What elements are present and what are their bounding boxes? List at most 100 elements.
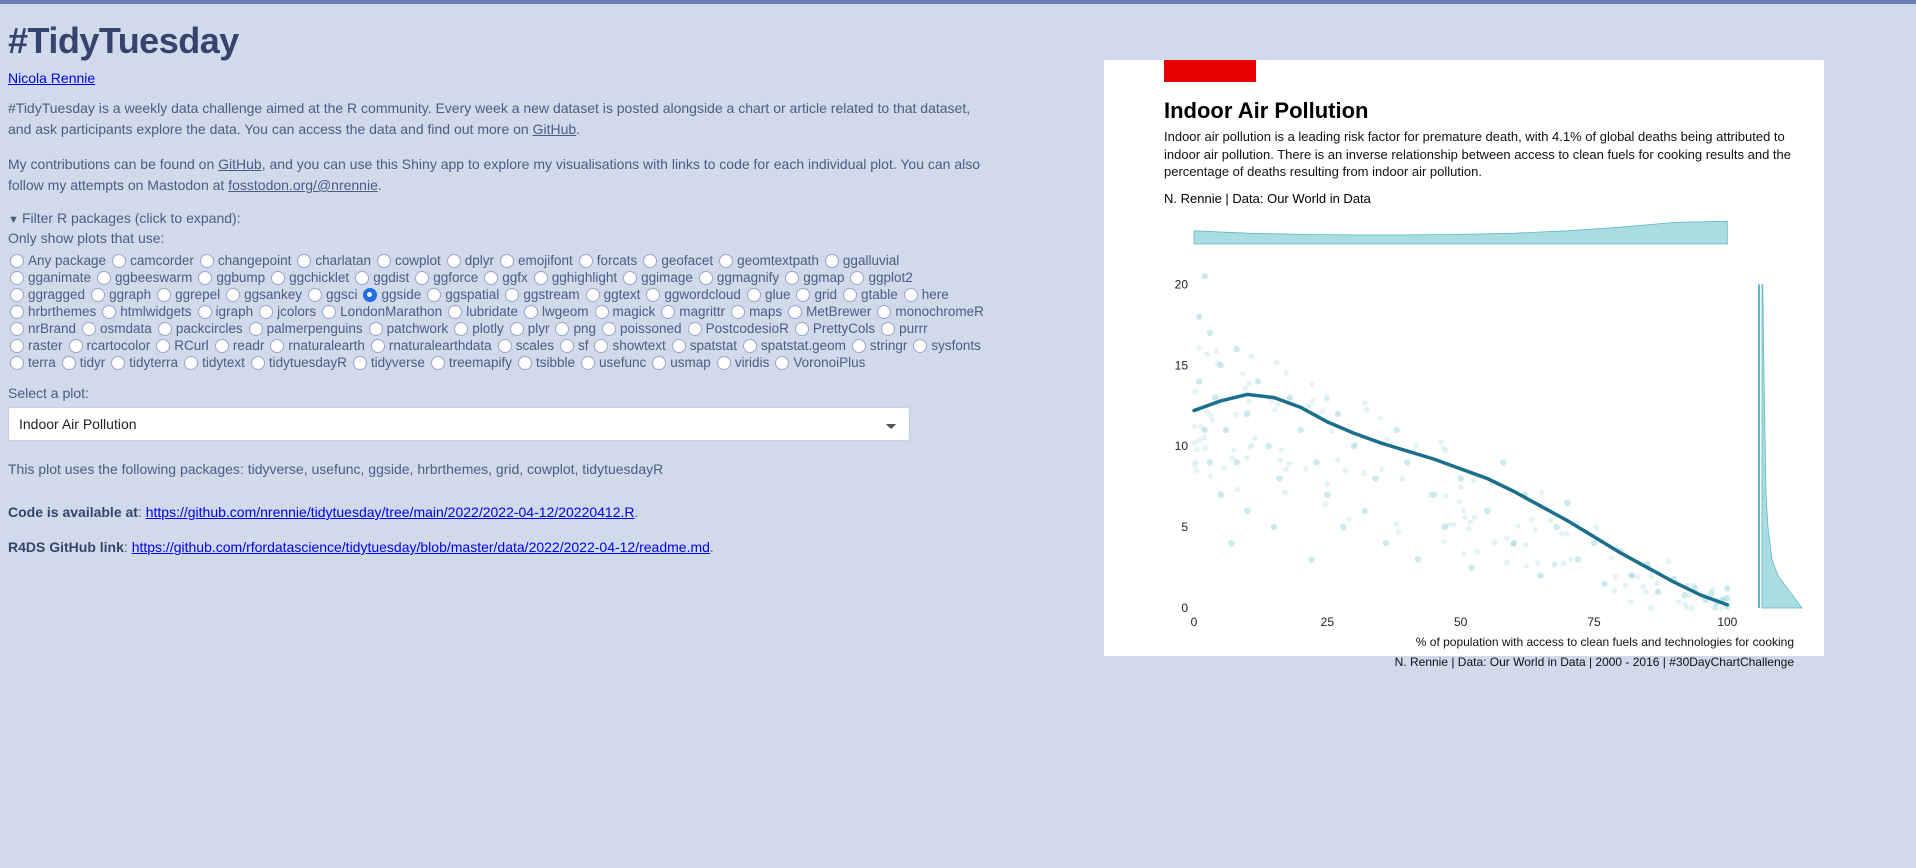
package-radio-input[interactable]	[415, 271, 429, 285]
package-radio-input[interactable]	[270, 339, 284, 353]
package-radio-stringr[interactable]: stringr	[852, 338, 908, 353]
package-radio-lubridate[interactable]: lubridate	[448, 304, 518, 319]
package-radio-input[interactable]	[371, 339, 385, 353]
package-radio-here[interactable]: here	[904, 287, 949, 302]
package-radio-input[interactable]	[747, 288, 761, 302]
package-radio-tidyr[interactable]: tidyr	[62, 355, 106, 370]
package-radio-voronoiplus[interactable]: VoronoiPlus	[775, 355, 865, 370]
package-radio-patchwork[interactable]: patchwork	[369, 321, 449, 336]
package-radio-viridis[interactable]: viridis	[717, 355, 770, 370]
package-radio-sysfonts[interactable]: sysfonts	[913, 338, 981, 353]
github-link-2[interactable]: GitHub	[218, 156, 262, 172]
package-radio-gganimate[interactable]: gganimate	[10, 270, 91, 285]
package-radio-input[interactable]	[10, 254, 24, 268]
package-radio-plyr[interactable]: plyr	[510, 321, 550, 336]
package-radio-ggforce[interactable]: ggforce	[415, 270, 478, 285]
package-radio-input[interactable]	[297, 254, 311, 268]
package-radio-ggimage[interactable]: ggimage	[623, 270, 693, 285]
package-radio-spatstat[interactable]: spatstat	[672, 338, 737, 353]
package-radio-input[interactable]	[850, 271, 864, 285]
package-radio-jcolors[interactable]: jcolors	[259, 304, 316, 319]
package-radio-input[interactable]	[69, 339, 83, 353]
package-radio-ggwordcloud[interactable]: ggwordcloud	[646, 287, 741, 302]
package-radio-readr[interactable]: readr	[215, 338, 265, 353]
package-radio-input[interactable]	[251, 356, 265, 370]
package-radio-input[interactable]	[431, 356, 445, 370]
package-radio-input[interactable]	[102, 305, 116, 319]
package-radio-input[interactable]	[198, 305, 212, 319]
package-radio-input[interactable]	[661, 305, 675, 319]
package-radio-input[interactable]	[369, 322, 383, 336]
package-radio-input[interactable]	[825, 254, 839, 268]
package-radio-input[interactable]	[158, 322, 172, 336]
package-radio-osmdata[interactable]: osmdata	[82, 321, 152, 336]
package-radio-ggsci[interactable]: ggsci	[308, 287, 358, 302]
package-radio-tidytext[interactable]: tidytext	[184, 355, 245, 370]
package-radio-rnaturalearth[interactable]: rnaturalearth	[270, 338, 365, 353]
package-radio-input[interactable]	[904, 288, 918, 302]
package-radio-ggrepel[interactable]: ggrepel	[157, 287, 220, 302]
package-radio-input[interactable]	[852, 339, 866, 353]
package-radio-purrr[interactable]: purrr	[881, 321, 928, 336]
code-link[interactable]: https://github.com/nrennie/tidytuesday/t…	[146, 504, 635, 520]
package-radio-htmlwidgets[interactable]: htmlwidgets	[102, 304, 191, 319]
package-radio-input[interactable]	[322, 305, 336, 319]
package-radio-input[interactable]	[534, 271, 548, 285]
package-radio-dplyr[interactable]: dplyr	[447, 253, 494, 268]
author-link[interactable]: Nicola Rennie	[8, 70, 95, 86]
package-radio-input[interactable]	[97, 271, 111, 285]
package-radio-ggtext[interactable]: ggtext	[586, 287, 641, 302]
package-radio-londonmarathon[interactable]: LondonMarathon	[322, 304, 442, 319]
package-radio-ggplot2[interactable]: ggplot2	[850, 270, 912, 285]
package-radio-raster[interactable]: raster	[10, 338, 63, 353]
package-radio-igraph[interactable]: igraph	[198, 304, 254, 319]
package-radio-postcodesior[interactable]: PostcodesioR	[688, 321, 789, 336]
package-radio-sf[interactable]: sf	[560, 338, 589, 353]
package-radio-input[interactable]	[353, 356, 367, 370]
package-radio-terra[interactable]: terra	[10, 355, 56, 370]
package-radio-input[interactable]	[719, 254, 733, 268]
package-radio-input[interactable]	[91, 288, 105, 302]
package-radio-palmerpenguins[interactable]: palmerpenguins	[249, 321, 363, 336]
package-radio-forcats[interactable]: forcats	[579, 253, 638, 268]
package-radio-input[interactable]	[877, 305, 891, 319]
package-radio-glue[interactable]: glue	[747, 287, 791, 302]
package-radio-input[interactable]	[913, 339, 927, 353]
package-radio-input[interactable]	[10, 339, 24, 353]
package-radio-gtable[interactable]: gtable	[843, 287, 898, 302]
package-radio-ggmagnify[interactable]: ggmagnify	[699, 270, 779, 285]
package-radio-input[interactable]	[112, 254, 126, 268]
package-radio-tidytuesdayr[interactable]: tidytuesdayR	[251, 355, 347, 370]
package-radio-input[interactable]	[447, 254, 461, 268]
package-radio-usefunc[interactable]: usefunc	[581, 355, 646, 370]
package-radio-input[interactable]	[595, 305, 609, 319]
package-radio-input[interactable]	[688, 322, 702, 336]
package-radio-input[interactable]	[249, 322, 263, 336]
package-radio-input[interactable]	[198, 271, 212, 285]
package-radio-input[interactable]	[377, 254, 391, 268]
package-radio-input[interactable]	[788, 305, 802, 319]
package-radio-input[interactable]	[10, 322, 24, 336]
package-radio-input[interactable]	[796, 288, 810, 302]
package-radio-input[interactable]	[560, 339, 574, 353]
package-radio-poissoned[interactable]: poissoned	[602, 321, 682, 336]
package-radio-input[interactable]	[200, 254, 214, 268]
package-radio-rcartocolor[interactable]: rcartocolor	[69, 338, 151, 353]
package-radio-input[interactable]	[785, 271, 799, 285]
package-radio-prettycols[interactable]: PrettyCols	[795, 321, 875, 336]
package-radio-input[interactable]	[881, 322, 895, 336]
package-radio-input[interactable]	[82, 322, 96, 336]
package-radio-ggalluvial[interactable]: ggalluvial	[825, 253, 899, 268]
package-radio-ggbump[interactable]: ggbump	[198, 270, 265, 285]
package-radio-ggmap[interactable]: ggmap	[785, 270, 844, 285]
package-radio-changepoint[interactable]: changepoint	[200, 253, 292, 268]
package-radio-magick[interactable]: magick	[595, 304, 656, 319]
package-radio-plotly[interactable]: plotly	[454, 321, 504, 336]
package-radio-spatstatgeom[interactable]: spatstat.geom	[743, 338, 846, 353]
package-radio-input[interactable]	[743, 339, 757, 353]
package-radio-input[interactable]	[363, 288, 377, 302]
package-radio-hrbrthemes[interactable]: hrbrthemes	[10, 304, 96, 319]
package-radio-input[interactable]	[652, 356, 666, 370]
package-radio-magrittr[interactable]: magrittr	[661, 304, 725, 319]
package-radio-input[interactable]	[498, 339, 512, 353]
